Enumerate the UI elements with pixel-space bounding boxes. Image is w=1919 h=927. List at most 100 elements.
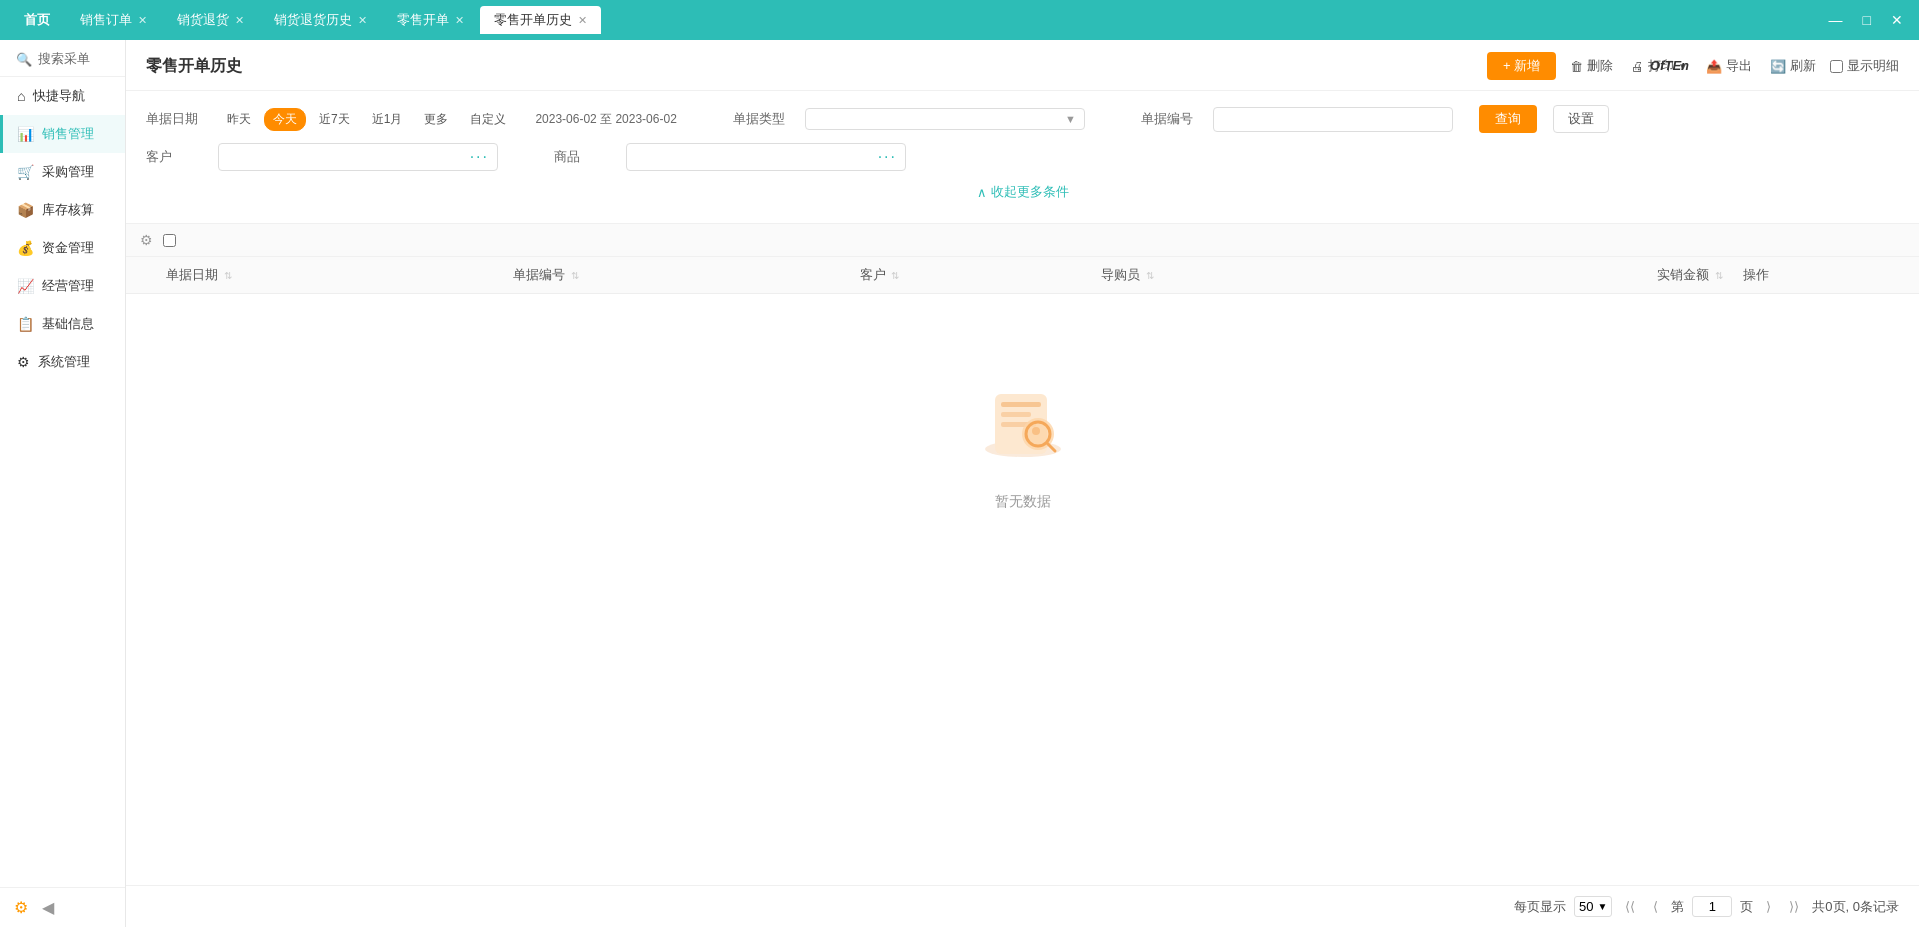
window-controls: — □ ✕ xyxy=(1823,10,1909,30)
page-number-input[interactable] xyxy=(1692,896,1732,917)
date-btn-more[interactable]: 更多 xyxy=(415,108,457,131)
filter-row-1: 单据日期 昨天 今天 近7天 近1月 更多 自定义 2023-06-02 至 2… xyxy=(146,105,1899,133)
th-action: 操作 xyxy=(1733,257,1919,294)
pagination: 每页显示 50 ▼ ⟨⟨ ⟨ 第 页 ⟩ ⟩⟩ 共0页, 0条记录 xyxy=(126,885,1919,927)
th-amount[interactable]: 实销金额 ⇅ xyxy=(1386,257,1733,294)
th-action-label: 操作 xyxy=(1743,267,1769,282)
settings-bottom-icon[interactable]: ⚙ xyxy=(14,898,28,917)
date-range-display: 2023-06-02 至 2023-06-02 xyxy=(535,111,676,128)
search-icon: 🔍 xyxy=(16,52,32,67)
svg-rect-3 xyxy=(1001,412,1031,417)
last-page-btn[interactable]: ⟩⟩ xyxy=(1784,897,1804,916)
tab-sales-order[interactable]: 销售订单 ✕ xyxy=(66,6,161,34)
refresh-button[interactable]: 🔄 刷新 xyxy=(1766,55,1820,77)
th-amount-sort-icon: ⇅ xyxy=(1715,270,1723,281)
sys-mgmt-icon: ⚙ xyxy=(17,354,30,370)
select-all-checkbox[interactable] xyxy=(163,234,176,247)
collapse-label: 收起更多条件 xyxy=(991,183,1069,201)
page-title: 零售开单历史 xyxy=(146,56,242,77)
settings-button[interactable]: 设置 xyxy=(1553,105,1609,133)
delete-button[interactable]: 🗑 删除 xyxy=(1566,55,1617,77)
th-no[interactable]: 单据编号 ⇅ xyxy=(503,257,850,294)
sidebar-item-sys-mgmt[interactable]: ⚙ 系统管理 xyxy=(0,343,125,381)
sidebar-item-inventory[interactable]: 📦 库存核算 xyxy=(0,191,125,229)
customer-field[interactable] xyxy=(227,150,464,165)
date-btn-yesterday[interactable]: 昨天 xyxy=(218,108,260,131)
date-btn-1month[interactable]: 近1月 xyxy=(363,108,412,131)
page-label: 第 xyxy=(1671,898,1684,916)
sidebar-bottom: ⚙ ◀ xyxy=(0,887,125,927)
th-checkbox xyxy=(126,257,156,294)
table-toolbar: ⚙ xyxy=(126,224,1919,257)
next-page-btn[interactable]: ⟩ xyxy=(1761,897,1776,916)
sidebar-item-base-info-label: 基础信息 xyxy=(42,315,94,333)
collapse-sidebar-icon[interactable]: ◀ xyxy=(42,898,54,917)
tab-sales-return-close[interactable]: ✕ xyxy=(235,15,244,26)
tab-retail-open-close[interactable]: ✕ xyxy=(455,15,464,26)
doc-no-field[interactable] xyxy=(1222,112,1444,127)
table-settings-icon[interactable]: ⚙ xyxy=(140,232,153,248)
sidebar-search[interactable]: 🔍 搜索采单 xyxy=(0,40,125,77)
tab-sales-order-close[interactable]: ✕ xyxy=(138,15,147,26)
date-btn-7days[interactable]: 近7天 xyxy=(310,108,359,131)
goods-input[interactable]: ··· xyxy=(626,143,906,171)
tab-sales-return-history-close[interactable]: ✕ xyxy=(358,15,367,26)
th-customer[interactable]: 客户 ⇅ xyxy=(850,257,1092,294)
tab-sales-order-label: 销售订单 xyxy=(80,11,132,29)
finance-icon: 💰 xyxy=(17,240,34,256)
goods-lookup-icon[interactable]: ··· xyxy=(878,148,897,166)
tab-retail-open-history-close[interactable]: ✕ xyxy=(578,15,587,26)
add-button[interactable]: + 新增 xyxy=(1487,52,1556,80)
query-button[interactable]: 查询 xyxy=(1479,105,1537,133)
doc-type-dropdown-icon: ▼ xyxy=(1065,113,1076,125)
sidebar-item-quick-nav-label: 快捷导航 xyxy=(33,87,85,105)
tab-sales-return-history[interactable]: 销货退货历史 ✕ xyxy=(260,6,381,34)
first-page-btn[interactable]: ⟨⟨ xyxy=(1620,897,1640,916)
win-maximize[interactable]: □ xyxy=(1857,10,1877,30)
doc-no-input[interactable] xyxy=(1213,107,1453,132)
customer-label: 客户 xyxy=(146,148,202,166)
win-close[interactable]: ✕ xyxy=(1885,10,1909,30)
operations-icon: 📈 xyxy=(17,278,34,294)
print-icon: 🖨 xyxy=(1631,59,1644,74)
display-detail-checkbox[interactable] xyxy=(1830,60,1843,73)
sidebar-item-sales-mgmt[interactable]: 📊 销售管理 xyxy=(0,115,125,153)
collapse-button[interactable]: ∧ 收起更多条件 xyxy=(969,181,1077,203)
win-minimize[interactable]: — xyxy=(1823,10,1849,30)
table-header: 单据日期 ⇅ 单据编号 ⇅ 客户 ⇅ 导购员 ⇅ xyxy=(126,257,1919,294)
date-btn-today[interactable]: 今天 xyxy=(264,108,306,131)
tab-sales-return-label: 销货退货 xyxy=(177,11,229,29)
prev-page-btn[interactable]: ⟨ xyxy=(1648,897,1663,916)
sidebar-item-purchase-mgmt[interactable]: 🛒 采购管理 xyxy=(0,153,125,191)
th-date[interactable]: 单据日期 ⇅ xyxy=(156,257,503,294)
th-guide-sort-icon: ⇅ xyxy=(1146,270,1154,281)
customer-input[interactable]: ··· xyxy=(218,143,498,171)
display-detail-label: 显示明细 xyxy=(1847,57,1899,75)
doc-no-label: 单据编号 xyxy=(1141,110,1197,128)
date-filter-label: 单据日期 xyxy=(146,110,202,128)
print-button[interactable]: 🖨 打印 ▼ xyxy=(1627,55,1692,77)
export-button[interactable]: 📤 导出 xyxy=(1702,55,1756,77)
per-page-select[interactable]: 50 ▼ xyxy=(1574,896,1612,917)
tab-retail-open-history[interactable]: 零售开单历史 ✕ xyxy=(480,6,601,34)
header-actions: + 新增 🗑 删除 🖨 打印 ▼ 📤 导出 🔄 刷新 xyxy=(1487,52,1899,80)
sidebar-item-base-info[interactable]: 📋 基础信息 xyxy=(0,305,125,343)
display-detail-checkbox-container[interactable]: 显示明细 xyxy=(1830,57,1899,75)
sidebar-item-operations[interactable]: 📈 经营管理 xyxy=(0,267,125,305)
th-date-sort-icon: ⇅ xyxy=(224,270,232,281)
filter-row-2: 客户 ··· 商品 ··· xyxy=(146,143,1899,171)
tab-home[interactable]: 首页 xyxy=(10,6,64,34)
no-data-illustration xyxy=(973,374,1073,477)
sidebar-item-quick-nav[interactable]: ⌂ 快捷导航 xyxy=(0,77,125,115)
doc-type-select[interactable]: ▼ xyxy=(805,108,1085,130)
tab-home-label: 首页 xyxy=(24,11,50,29)
per-page-value: 50 xyxy=(1579,899,1593,914)
sidebar-item-finance[interactable]: 💰 资金管理 xyxy=(0,229,125,267)
tab-sales-return[interactable]: 销货退货 ✕ xyxy=(163,6,258,34)
tab-retail-open[interactable]: 零售开单 ✕ xyxy=(383,6,478,34)
goods-field[interactable] xyxy=(635,150,872,165)
date-btn-custom[interactable]: 自定义 xyxy=(461,108,515,131)
th-customer-sort-icon: ⇅ xyxy=(891,270,899,281)
customer-lookup-icon[interactable]: ··· xyxy=(470,148,489,166)
th-guide[interactable]: 导购员 ⇅ xyxy=(1091,257,1385,294)
